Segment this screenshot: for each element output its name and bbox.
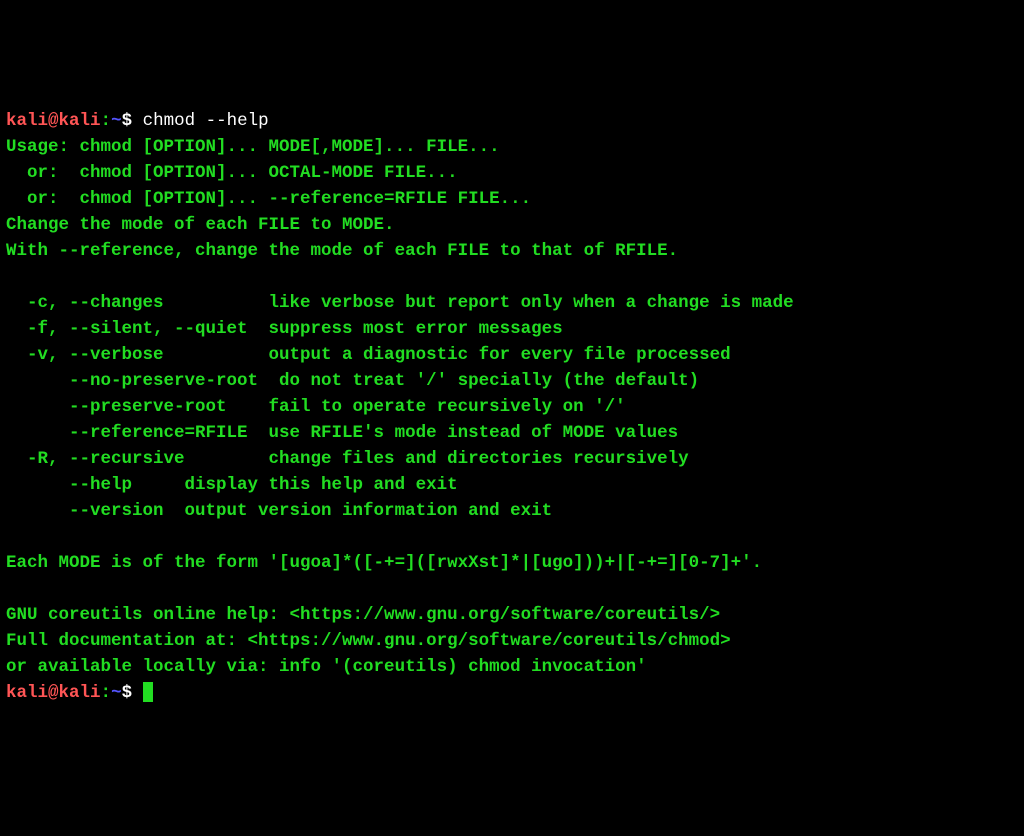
output-line: --reference=RFILE use RFILE's mode inste… <box>6 423 678 443</box>
prompt-host: kali <box>59 111 101 131</box>
cursor[interactable] <box>143 682 153 702</box>
prompt-colon: : <box>101 111 112 131</box>
prompt-path: ~ <box>111 683 122 703</box>
output-line: --version output version information and… <box>6 501 552 521</box>
output-line: Usage: chmod [OPTION]... MODE[,MODE]... … <box>6 137 500 157</box>
output-line: --no-preserve-root do not treat '/' spec… <box>6 371 699 391</box>
prompt-colon: : <box>101 683 112 703</box>
command-input: chmod --help <box>143 111 269 131</box>
output-line: Each MODE is of the form '[ugoa]*([-+=](… <box>6 553 762 573</box>
prompt-host: kali <box>59 683 101 703</box>
output-line: or: chmod [OPTION]... OCTAL-MODE FILE... <box>6 163 458 183</box>
output-line: -f, --silent, --quiet suppress most erro… <box>6 319 563 339</box>
output-line: Full documentation at: <https://www.gnu.… <box>6 631 731 651</box>
output-line: or available locally via: info '(coreuti… <box>6 657 647 677</box>
output-line: -v, --verbose output a diagnostic for ev… <box>6 345 731 365</box>
prompt-at: @ <box>48 111 59 131</box>
output-line: GNU coreutils online help: <https://www.… <box>6 605 720 625</box>
terminal[interactable]: kali@kali:~$ chmod --help Usage: chmod [… <box>6 108 1018 706</box>
prompt-at: @ <box>48 683 59 703</box>
prompt-dollar: $ <box>122 683 133 703</box>
output-line: Change the mode of each FILE to MODE. <box>6 215 395 235</box>
output-line: -c, --changes like verbose but report on… <box>6 293 794 313</box>
output-line: --preserve-root fail to operate recursiv… <box>6 397 626 417</box>
output-line: -R, --recursive change files and directo… <box>6 449 689 469</box>
output-line: or: chmod [OPTION]... --reference=RFILE … <box>6 189 531 209</box>
prompt-user: kali <box>6 111 48 131</box>
prompt-user: kali <box>6 683 48 703</box>
prompt-path: ~ <box>111 111 122 131</box>
output-line: With --reference, change the mode of eac… <box>6 241 678 261</box>
output-line: --help display this help and exit <box>6 475 458 495</box>
prompt-dollar: $ <box>122 111 133 131</box>
